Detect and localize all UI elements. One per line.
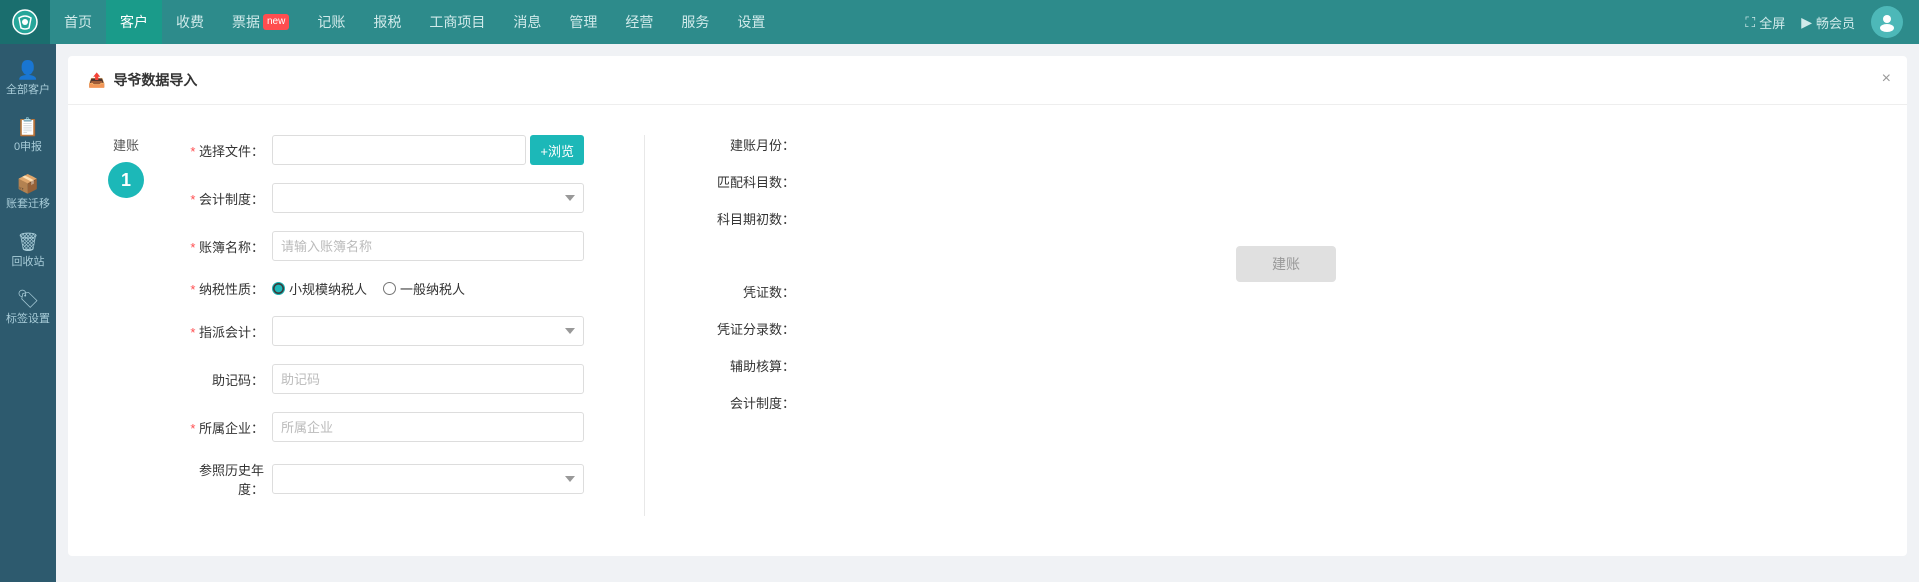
page-container: 📤 导爷数据导入 × 建账 1 选择文件：: [68, 56, 1907, 556]
page-title: 导爷数据导入: [113, 70, 197, 90]
right-accounting-system-row: 会计制度：: [705, 393, 1867, 412]
sidebar: 👤 全部客户 📋 0申报 📦 账套迁移 🗑 回收站 🏷 标签设置: [0, 44, 56, 582]
sidebar-item-migrate[interactable]: 📦 账套迁移: [0, 166, 56, 219]
sidebar-item-all-customers[interactable]: 👤 全部客户: [0, 52, 56, 105]
right-accounting-system-label: 会计制度：: [705, 393, 795, 412]
play-icon: ▶: [1801, 14, 1812, 31]
radio-general[interactable]: 一般纳税人: [383, 279, 465, 298]
voucher-entries-row: 凭证分录数：: [705, 319, 1867, 338]
step-badge: 1: [108, 162, 144, 198]
nav-invoice[interactable]: 票据 new: [218, 0, 303, 44]
match-subjects-row: 匹配科目数：: [705, 172, 1867, 191]
nav-items: 首页 客户 收费 票据 new 记账 报税 工商项目 消息 管理 经营 服务 设…: [50, 0, 1745, 44]
mnemonic-label: 助记码：: [184, 370, 264, 389]
fullscreen-btn[interactable]: ⛶ 全屏: [1745, 13, 1785, 32]
create-month-label: 建账月份：: [705, 135, 795, 154]
subject-opening-row: 科目期初数：: [705, 209, 1867, 228]
assign-accountant-select[interactable]: [272, 316, 584, 346]
company-input[interactable]: [272, 412, 584, 442]
radio-general-input[interactable]: [383, 282, 396, 295]
nav-message[interactable]: 消息: [499, 0, 555, 44]
history-year-select[interactable]: [272, 464, 584, 494]
main-content: 📤 导爷数据导入 × 建账 1 选择文件：: [56, 44, 1919, 582]
nav-home[interactable]: 首页: [50, 0, 106, 44]
browse-button[interactable]: +浏览: [530, 135, 584, 165]
page-header: 📤 导爷数据导入 ×: [68, 56, 1907, 105]
sidebar-item-declare[interactable]: 📋 0申报: [0, 109, 56, 162]
mnemonic-row: 助记码：: [184, 364, 584, 394]
assign-accountant-label: 指派会计：: [184, 322, 264, 341]
user-avatar[interactable]: [1871, 6, 1903, 38]
nav-customer[interactable]: 客户: [106, 0, 162, 44]
nav-operation[interactable]: 经营: [611, 0, 667, 44]
nav-settings[interactable]: 设置: [723, 0, 779, 44]
tag-icon: 🏷: [17, 289, 40, 310]
nav-logo[interactable]: [0, 0, 50, 44]
nav-right: ⛶ 全屏 ▶ 畅会员: [1745, 6, 1919, 38]
history-year-label: 参照历史年度：: [184, 460, 264, 498]
voucher-count-label: 凭证数：: [705, 282, 795, 301]
tax-type-radio-group: 小规模纳税人 一般纳税人: [272, 279, 465, 298]
form-left: 选择文件： +浏览 会计制度：: [184, 135, 584, 516]
auxiliary-row: 辅助核算：: [705, 356, 1867, 375]
match-subjects-label: 匹配科目数：: [705, 172, 795, 191]
customer-icon: 👤: [17, 60, 39, 81]
top-nav: 首页 客户 收费 票据 new 记账 报税 工商项目 消息 管理 经营 服务 设…: [0, 0, 1919, 44]
radio-small-scale-label: 小规模纳税人: [289, 279, 367, 298]
nav-accounting[interactable]: 记账: [303, 0, 359, 44]
radio-small-scale[interactable]: 小规模纳税人: [272, 279, 367, 298]
step-section: 建账 1: [108, 135, 144, 516]
step-label: 建账: [113, 135, 139, 154]
accounting-system-row: 会计制度：: [184, 183, 584, 213]
section-divider: [644, 135, 645, 516]
ledger-name-row: 账簿名称：: [184, 231, 584, 261]
voucher-entries-label: 凭证分录数：: [705, 319, 795, 338]
accounting-system-select[interactable]: [272, 183, 584, 213]
file-label: 选择文件：: [184, 141, 264, 160]
nav-service[interactable]: 服务: [667, 0, 723, 44]
radio-general-label: 一般纳税人: [400, 279, 465, 298]
nav-manage[interactable]: 管理: [555, 0, 611, 44]
voucher-count-row: 凭证数：: [705, 282, 1867, 301]
auxiliary-label: 辅助核算：: [705, 356, 795, 375]
close-button[interactable]: ×: [1882, 70, 1891, 88]
create-month-row: 建账月份：: [705, 135, 1867, 154]
company-label: 所属企业：: [184, 418, 264, 437]
nav-fee[interactable]: 收费: [162, 0, 218, 44]
file-input-group: +浏览: [272, 135, 584, 165]
sidebar-item-tags[interactable]: 🏷 标签设置: [0, 281, 56, 334]
radio-small-scale-input[interactable]: [272, 282, 285, 295]
file-text-input[interactable]: [272, 135, 526, 165]
tax-type-label: 纳税性质：: [184, 279, 264, 298]
nav-business[interactable]: 工商项目: [415, 0, 499, 44]
form-area: 建账 1 选择文件： +浏览 会计制度：: [68, 105, 1907, 546]
create-account-button[interactable]: 建账: [1236, 246, 1336, 282]
ledger-name-label: 账簿名称：: [184, 237, 264, 256]
mnemonic-input[interactable]: [272, 364, 584, 394]
assign-accountant-row: 指派会计：: [184, 316, 584, 346]
new-badge: new: [263, 14, 289, 30]
migrate-icon: 📦: [17, 174, 39, 195]
file-row: 选择文件： +浏览: [184, 135, 584, 165]
tax-type-row: 纳税性质： 小规模纳税人 一般纳税人: [184, 279, 584, 298]
history-year-row: 参照历史年度：: [184, 460, 584, 498]
declare-icon: 📋: [17, 117, 39, 138]
subject-opening-label: 科目期初数：: [705, 209, 795, 228]
trash-icon: 🗑: [17, 232, 40, 253]
layout: 👤 全部客户 📋 0申报 📦 账套迁移 🗑 回收站 🏷 标签设置 📤 导爷数据导…: [0, 44, 1919, 582]
member-btn[interactable]: ▶ 畅会员: [1801, 13, 1855, 32]
company-row: 所属企业：: [184, 412, 584, 442]
fullscreen-icon: ⛶: [1745, 14, 1755, 31]
form-right: 建账月份： 匹配科目数： 科目期初数： 建账: [705, 135, 1867, 516]
nav-tax[interactable]: 报税: [359, 0, 415, 44]
import-icon: 📤: [88, 72, 105, 89]
accounting-system-label: 会计制度：: [184, 189, 264, 208]
ledger-name-input[interactable]: [272, 231, 584, 261]
create-btn-row: 建账: [705, 246, 1867, 282]
sidebar-item-trash[interactable]: 🗑 回收站: [0, 224, 56, 277]
